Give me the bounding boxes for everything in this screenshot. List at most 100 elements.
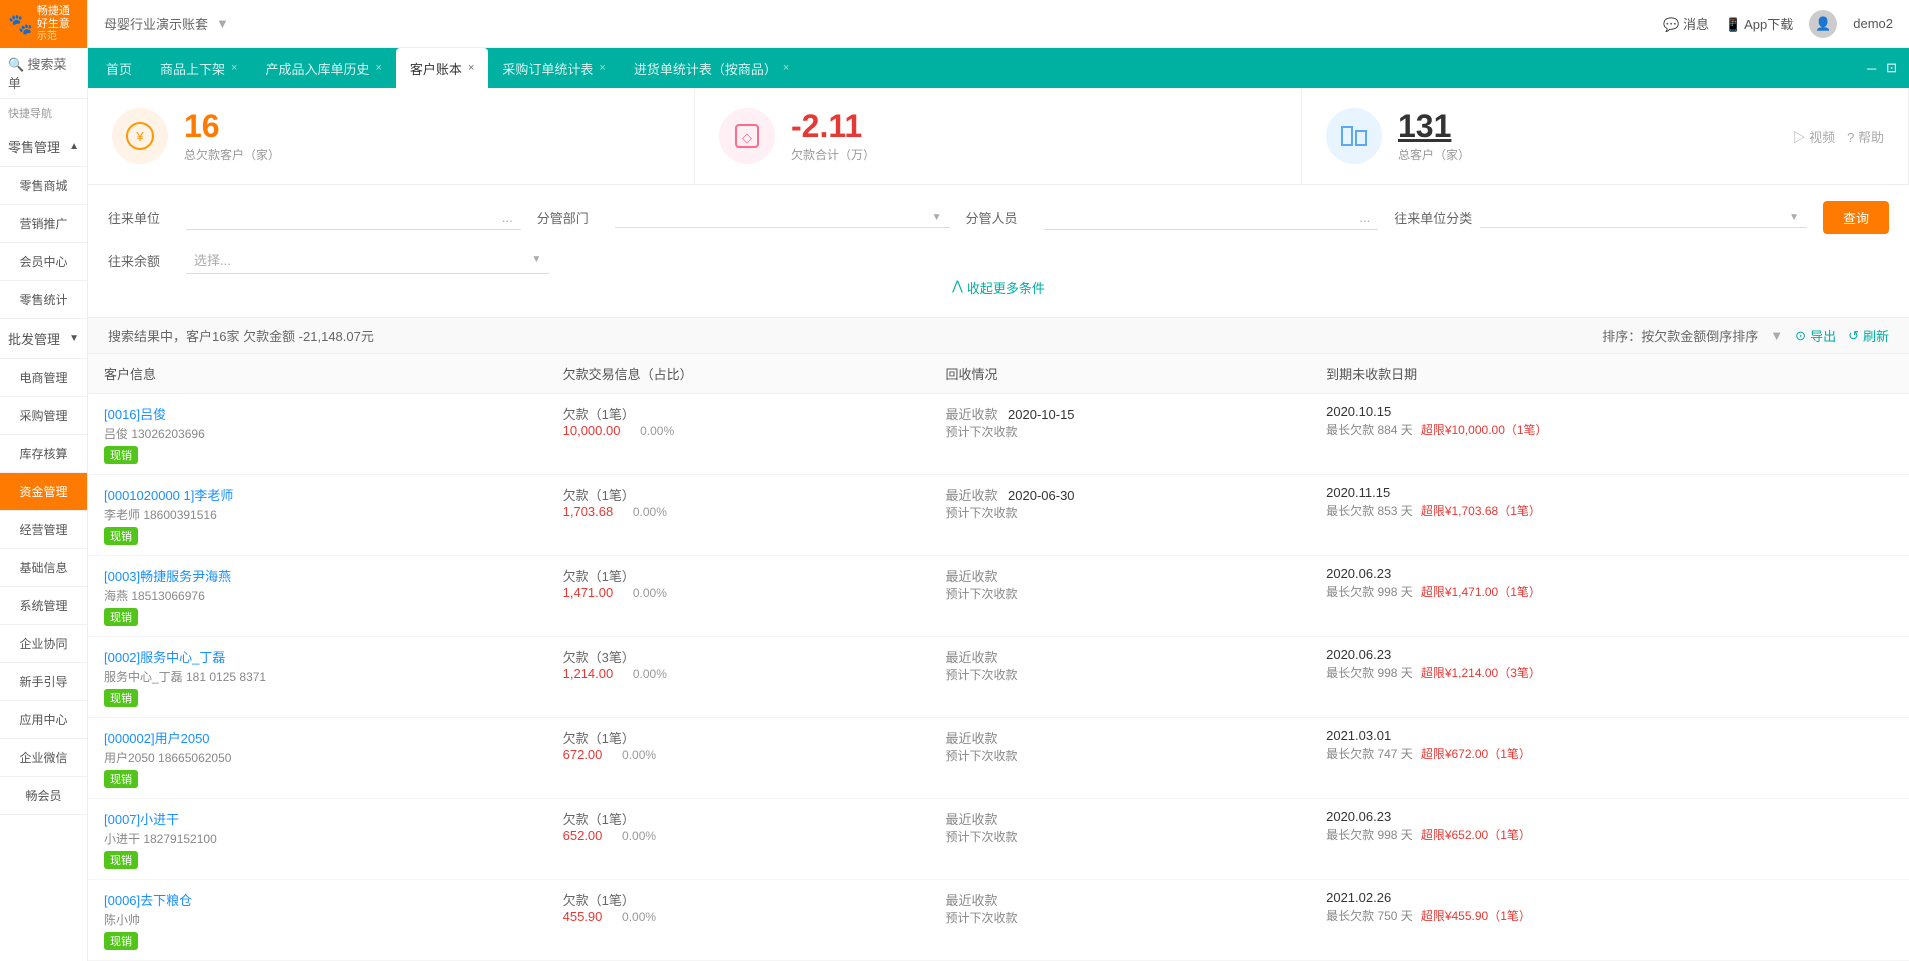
sidebar-item-business[interactable]: 经营管理 — [0, 511, 87, 549]
sidebar-item-batch-mgmt[interactable]: 批发管理 ▼ — [0, 319, 87, 359]
cell-customer: [0006]去下粮仓 陈小帅 现销 — [88, 880, 547, 961]
customer-name-link[interactable]: [000002]用户2050 — [104, 731, 210, 746]
debt-label: 欠款（1笔） — [563, 890, 914, 909]
sidebar-item-warehouse[interactable]: 库存核算 — [0, 435, 87, 473]
overdue-days: 最长欠款 750 天 — [1326, 907, 1413, 924]
sidebar-item-system[interactable]: 系统管理 — [0, 587, 87, 625]
debt-amount[interactable]: 652.00 — [563, 828, 603, 843]
help-btn[interactable]: ? 帮助 — [1847, 127, 1884, 146]
debt-label: 欠款（1笔） — [563, 404, 914, 423]
tabs-maximize[interactable]: ⊡ — [1886, 60, 1897, 76]
overdue-label[interactable]: 超限¥1,471.00（1笔） — [1421, 583, 1541, 600]
quick-nav[interactable]: 快捷导航 — [0, 99, 87, 127]
search-icon: 🔍 — [8, 57, 24, 72]
tab-product-history-close[interactable]: × — [375, 62, 381, 74]
filter-balance: 往来余额 选择... ▼ — [108, 246, 549, 274]
tab-home[interactable]: 首页 — [92, 48, 146, 88]
debt-amount[interactable]: 1,703.68 — [563, 504, 614, 519]
stat-icon-overdue: ¥ — [112, 108, 168, 164]
overdue-label[interactable]: 超限¥1,214.00（3笔） — [1421, 664, 1541, 681]
customer-name-link[interactable]: [0007]小进干 — [104, 812, 179, 827]
filter-balance-select[interactable]: 选择... ▼ — [186, 246, 549, 274]
overdue-label[interactable]: 超限¥455.90（1笔） — [1421, 907, 1531, 924]
tab-stock-stats[interactable]: 进货单统计表（按商品） × — [620, 48, 803, 88]
sort-arrow[interactable]: ▼ — [1770, 328, 1783, 343]
logo-icon: 🐾 — [8, 12, 33, 37]
topbar-right: 💬 消息 📱 App下载 👤 demo2 — [1663, 10, 1893, 38]
results-bar: 搜索结果中，客户16家 欠款金额 -21,148.07元 排序：按欠款金额倒序排… — [88, 318, 1909, 354]
debt-amount[interactable]: 455.90 — [563, 909, 603, 924]
table-row: [0003]畅捷服务尹海燕 海燕 18513066976 现销 欠款（1笔） 1… — [88, 556, 1909, 637]
tab-customer-account[interactable]: 客户账本 × — [396, 48, 488, 88]
tab-product-history[interactable]: 产成品入库单历史 × — [251, 48, 395, 88]
sidebar-item-enterprise[interactable]: 企业协同 — [0, 625, 87, 663]
tab-product-status[interactable]: 商品上下架 × — [146, 48, 251, 88]
cell-debt: 欠款（1笔） 1,703.68 0.00% — [547, 475, 930, 556]
tab-product-status-close[interactable]: × — [231, 62, 237, 74]
cell-due-date: 2020.11.15 最长欠款 853 天 超限¥1,703.68（1笔） — [1310, 475, 1909, 556]
topbar-left: 母婴行业演示账套 ▼ — [104, 14, 229, 33]
debt-label: 欠款（1笔） — [563, 485, 914, 504]
refresh-btn[interactable]: ↺ 刷新 — [1848, 326, 1889, 345]
tab-customer-account-close[interactable]: × — [468, 62, 474, 74]
last-collect-date — [1001, 893, 1008, 908]
debt-pct: 0.00% — [633, 505, 667, 519]
message-btn[interactable]: 💬 消息 — [1663, 14, 1709, 33]
overdue-days: 最长欠款 747 天 — [1326, 745, 1413, 762]
filter-dept-select[interactable]: ▼ — [615, 208, 950, 228]
customer-contact: 李老师 18600391516 — [104, 506, 531, 523]
avatar: 👤 — [1809, 10, 1837, 38]
customer-name-link[interactable]: [0002]服务中心_丁磊 — [104, 650, 225, 665]
overdue-label[interactable]: 超限¥1,703.68（1笔） — [1421, 502, 1541, 519]
sidebar-item-vip[interactable]: 畅会员 — [0, 777, 87, 815]
sidebar-item-apps[interactable]: 应用中心 — [0, 701, 87, 739]
tabs-minimize[interactable]: － — [1865, 59, 1878, 78]
customer-name-link[interactable]: [0016]吕俊 — [104, 407, 166, 422]
col-customer: 客户信息 — [88, 354, 547, 394]
filter-person-input[interactable]: ... — [1044, 206, 1379, 230]
sidebar-item-purchase[interactable]: 采购管理 — [0, 397, 87, 435]
export-btn[interactable]: ⊙ 导出 — [1795, 326, 1836, 345]
user-name[interactable]: demo2 — [1853, 16, 1893, 31]
cell-recovery: 最近收款 预计下次收款 — [929, 799, 1310, 880]
video-btn[interactable]: ▷ 视频 — [1793, 127, 1836, 146]
debt-amount[interactable]: 672.00 — [563, 747, 603, 762]
overdue-label[interactable]: 超限¥652.00（1笔） — [1421, 826, 1531, 843]
debt-amount[interactable]: 10,000.00 — [563, 423, 621, 438]
collapse-btn[interactable]: ⋀ 收起更多条件 — [108, 274, 1889, 301]
sidebar-item-ecommerce[interactable]: 电商管理 — [0, 359, 87, 397]
debt-amount[interactable]: 1,471.00 — [563, 585, 614, 600]
customer-name-link[interactable]: [0006]去下粮仓 — [104, 893, 192, 908]
sidebar-item-wecom[interactable]: 企业微信 — [0, 739, 87, 777]
tab-purchase-order[interactable]: 采购订单统计表 × — [488, 48, 619, 88]
customer-contact: 吕俊 13026203696 — [104, 425, 531, 442]
overdue-label[interactable]: 超限¥10,000.00（1笔） — [1421, 421, 1548, 438]
sidebar-item-basic[interactable]: 基础信息 — [0, 549, 87, 587]
sidebar-item-retail-stats[interactable]: 零售统计 — [0, 281, 87, 319]
svg-text:◇: ◇ — [742, 130, 752, 145]
main-area: 母婴行业演示账套 ▼ 💬 消息 📱 App下载 👤 demo2 首页 商品上下架… — [88, 0, 1909, 961]
last-collect-date — [1001, 650, 1008, 665]
search-button[interactable]: 查询 — [1823, 201, 1889, 234]
debt-pct: 0.00% — [640, 424, 674, 438]
stat-overdue-label: 总欠款客户（家） — [184, 146, 280, 163]
customer-name-link[interactable]: [0003]畅捷服务尹海燕 — [104, 569, 231, 584]
debt-amount[interactable]: 1,214.00 — [563, 666, 614, 681]
tab-stock-stats-close[interactable]: × — [783, 62, 789, 74]
search-menu[interactable]: 🔍 搜索菜单 — [0, 48, 87, 99]
sidebar-item-finance[interactable]: 资金管理 — [0, 473, 87, 511]
tab-product-status-label: 商品上下架 — [160, 59, 225, 78]
filter-category-select[interactable]: ▼ — [1480, 208, 1807, 228]
refresh-label: 刷新 — [1863, 326, 1889, 345]
overdue-label[interactable]: 超限¥672.00（1笔） — [1421, 745, 1531, 762]
sidebar-item-marketing[interactable]: 营销推广 — [0, 205, 87, 243]
tab-purchase-order-close[interactable]: × — [599, 62, 605, 74]
sidebar-item-retail-mgmt[interactable]: 零售管理 ▲ — [0, 127, 87, 167]
sidebar-item-member[interactable]: 会员中心 — [0, 243, 87, 281]
customer-name-link[interactable]: [0001020000 1]李老师 — [104, 488, 233, 503]
sidebar-item-retail-mall[interactable]: 零售商城 — [0, 167, 87, 205]
app-download-btn[interactable]: 📱 App下载 — [1725, 14, 1793, 33]
sidebar-item-newbie[interactable]: 新手引导 — [0, 663, 87, 701]
filter-vendor-input[interactable]: ... — [186, 206, 521, 230]
filter-vendor: 往来单位 ... — [108, 206, 521, 230]
